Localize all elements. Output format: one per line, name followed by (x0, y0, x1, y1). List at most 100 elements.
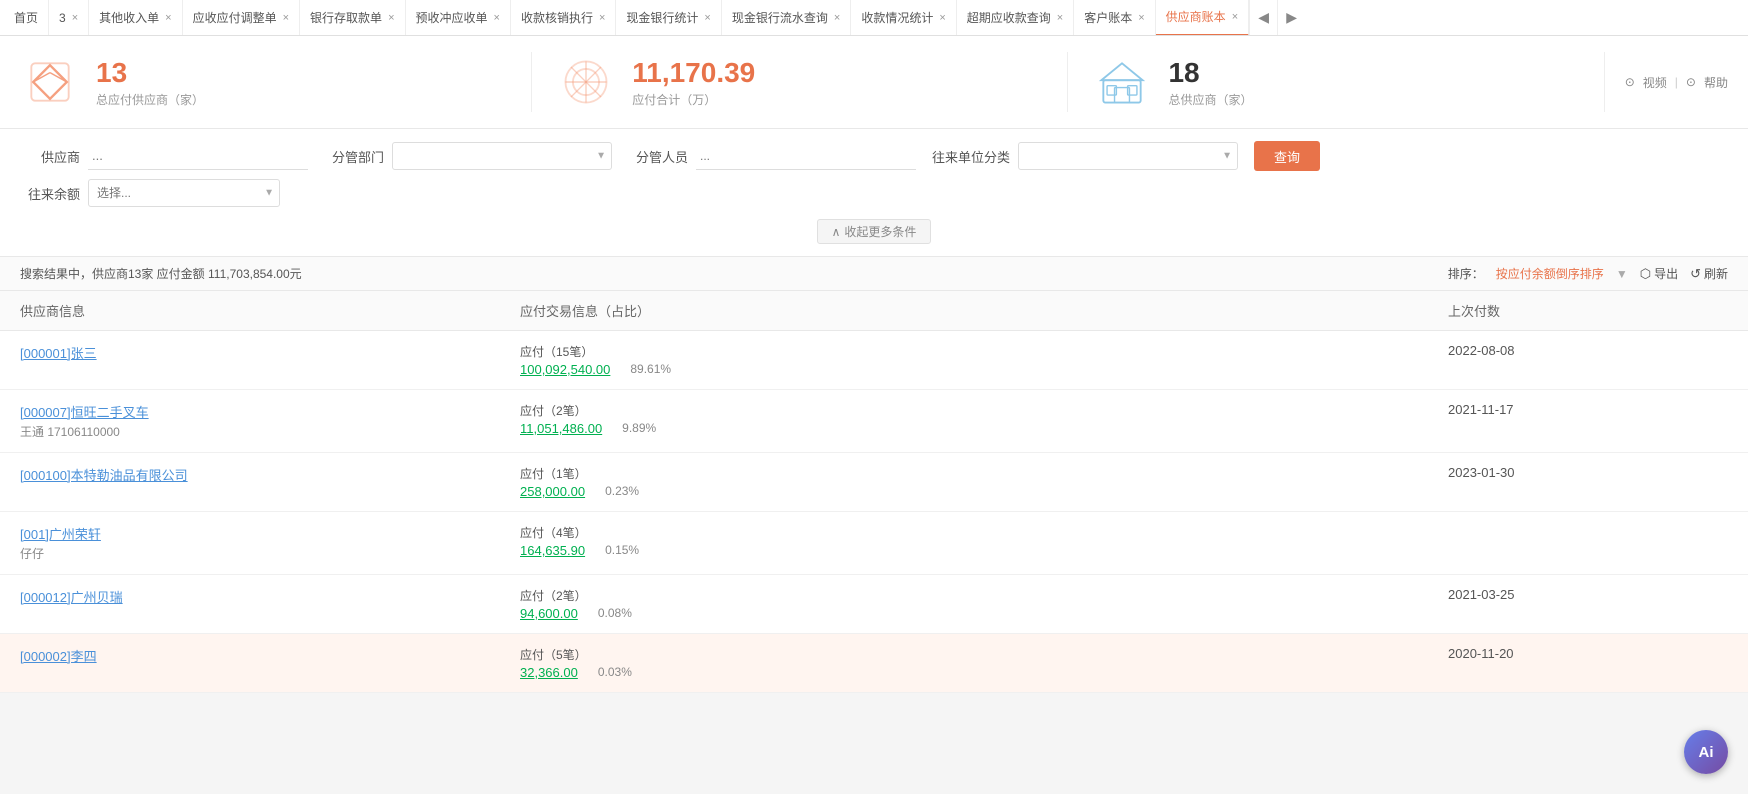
nav-tab-collection-stat-close[interactable]: × (939, 12, 945, 24)
summary-section: 13 总应付供应商（家） 11,170.39 应付合计（万） (0, 36, 1748, 129)
supplier-link-3[interactable]: [001]广州荣轩 (20, 524, 520, 543)
ai-badge[interactable]: Ai (1684, 730, 1728, 774)
nav-tab-other-income-close[interactable]: × (165, 12, 171, 24)
supplier-info-3: [001]广州荣轩 仔仔 (20, 524, 520, 562)
last-payment-date-0: 2022-08-08 (1448, 343, 1515, 358)
nav-tab-supplier-book[interactable]: 供应商账本 × (1156, 0, 1249, 36)
payable-amount-2[interactable]: 258,000.00 (520, 484, 585, 499)
nav-tab-cash-bank[interactable]: 现金银行统计 × (616, 0, 721, 36)
nav-tab-cash-bank-close[interactable]: × (704, 12, 710, 24)
nav-tab-bank-close[interactable]: × (388, 12, 394, 24)
dept-filter-label: 分管部门 (324, 147, 384, 166)
balance-filter-input[interactable] (88, 179, 280, 207)
dept-filter-input[interactable] (392, 142, 612, 170)
nav-tab-customer-book[interactable]: 客户账本 × (1074, 0, 1155, 36)
supplier-info-1: [000007]恒旺二手叉车 王通 17106110000 (20, 402, 520, 440)
payable-cell-4: 94,600.00 0.08% (520, 604, 1448, 621)
table-row: [000012]广州贝瑞 应付（2笔） 94,600.00 0.08% 2021… (0, 575, 1748, 634)
filter-item-dept: 分管部门 ▼ (324, 142, 612, 170)
payable-info-2: 应付（1笔） 258,000.00 0.23% (520, 465, 1448, 499)
payable-count-0: 应付（15笔） (520, 343, 1448, 360)
sort-dropdown-icon[interactable]: ▼ (1616, 267, 1628, 281)
nav-tab-payment-close[interactable]: × (599, 12, 605, 24)
supplier-link-1[interactable]: [000007]恒旺二手叉车 (20, 402, 520, 421)
supplier-link-5[interactable]: [000002]李四 (20, 646, 520, 665)
payable-percent-3: 0.15% (605, 543, 639, 557)
last-payment-4: 2021-03-25 (1448, 587, 1728, 602)
export-label: 导出 (1654, 265, 1678, 282)
category-filter-input[interactable] (1018, 142, 1238, 170)
refresh-button[interactable]: ↺ 刷新 (1690, 265, 1728, 282)
payable-percent-1: 9.89% (622, 421, 656, 435)
payable-amount-5[interactable]: 32,366.00 (520, 665, 578, 680)
nav-tab-other-income[interactable]: 其他收入单 × (89, 0, 182, 36)
payable-info-3: 应付（4笔） 164,635.90 0.15% (520, 524, 1448, 558)
nav-tab-overdue[interactable]: 超期应收款查询 × (957, 0, 1074, 36)
refresh-icon: ↺ (1690, 266, 1701, 282)
help-icon: ⊙ (1686, 75, 1696, 89)
table-header: 供应商信息 应付交易信息（占比） 上次付数 (0, 291, 1748, 331)
last-payment-date-5: 2020-11-20 (1448, 646, 1514, 661)
sort-value[interactable]: 按应付余额倒序排序 (1496, 265, 1604, 282)
nav-tab-bank[interactable]: 银行存取款单 × (300, 0, 405, 36)
nav-tab-3-close[interactable]: × (72, 12, 78, 24)
col-header-payable: 应付交易信息（占比） (520, 301, 1448, 320)
supplier-link-4[interactable]: [000012]广州贝瑞 (20, 587, 520, 606)
person-filter-input[interactable] (696, 142, 916, 170)
nav-tab-ar-ap-adjust[interactable]: 应收应付调整单 × (183, 0, 300, 36)
supplier-filter-input[interactable] (88, 142, 308, 170)
last-payment-1: 2021-11-17 (1448, 402, 1728, 417)
nav-tab-prepay-close[interactable]: × (494, 12, 500, 24)
supplier-link-2[interactable]: [000100]本特勒油品有限公司 (20, 465, 520, 484)
query-button[interactable]: 查询 (1254, 141, 1320, 171)
summary-icon-store (1092, 52, 1152, 112)
filter-item-supplier: 供应商 (20, 142, 308, 170)
last-payment-5: 2020-11-20 (1448, 646, 1728, 661)
nav-arrow-left[interactable]: ◀ (1249, 0, 1277, 36)
last-payment-date-2: 2023-01-30 (1448, 465, 1515, 480)
filter-row-2: 往来余额 ▼ (20, 179, 1728, 207)
video-link[interactable]: 视频 (1643, 74, 1667, 91)
nav-tab-ar-ap-adjust-close[interactable]: × (283, 12, 289, 24)
payable-percent-5: 0.03% (598, 665, 632, 679)
nav-tab-3[interactable]: 3 × (49, 0, 89, 36)
person-filter-label: 分管人员 (628, 147, 688, 166)
filter-item-category: 往来单位分类 ▼ (932, 142, 1238, 170)
nav-tab-overdue-close[interactable]: × (1057, 12, 1063, 24)
result-actions: 排序： 按应付余额倒序排序 ▼ ⬡ 导出 ↺ 刷新 (1448, 265, 1728, 282)
nav-tab-cash-flow[interactable]: 现金银行流水查询 × (722, 0, 851, 36)
collapse-label: 收起更多条件 (844, 223, 916, 240)
help-link[interactable]: 帮助 (1704, 74, 1728, 91)
top-right-links: ⊙ 视频 | ⊙ 帮助 (1605, 74, 1728, 91)
filter-item-person: 分管人员 (628, 142, 916, 170)
table-row: [000007]恒旺二手叉车 王通 17106110000 应付（2笔） 11,… (0, 390, 1748, 453)
filter-row-1: 供应商 分管部门 ▼ 分管人员 往来单位分类 ▼ 查询 (20, 141, 1728, 171)
payable-info-4: 应付（2笔） 94,600.00 0.08% (520, 587, 1448, 621)
export-button[interactable]: ⬡ 导出 (1640, 265, 1678, 282)
last-payment-0: 2022-08-08 (1448, 343, 1728, 358)
collapse-button[interactable]: ∧ 收起更多条件 (817, 219, 932, 244)
nav-tab-cash-flow-close[interactable]: × (834, 12, 840, 24)
nav-tab-home[interactable]: 首页 (4, 0, 49, 36)
total-suppliers-label: 总供应商（家） (1168, 91, 1252, 108)
supplier-info-5: [000002]李四 (20, 646, 520, 665)
nav-tab-payment[interactable]: 收款核销执行 × (511, 0, 616, 36)
payable-info-5: 应付（5笔） 32,366.00 0.03% (520, 646, 1448, 680)
payable-info-1: 应付（2笔） 11,051,486.00 9.89% (520, 402, 1448, 436)
payable-cell-5: 32,366.00 0.03% (520, 663, 1448, 680)
nav-arrow-right[interactable]: ▶ (1277, 0, 1305, 36)
nav-tab-collection-stat[interactable]: 收款情况统计 × (851, 0, 956, 36)
nav-tab-customer-book-close[interactable]: × (1138, 12, 1144, 24)
payable-count-1: 应付（2笔） (520, 402, 1448, 419)
payable-amount-3[interactable]: 164,635.90 (520, 543, 585, 558)
table-row: [000001]张三 应付（15笔） 100,092,540.00 89.61%… (0, 331, 1748, 390)
payable-amount-1[interactable]: 11,051,486.00 (520, 421, 602, 436)
summary-info-payable-total: 11,170.39 应付合计（万） (632, 56, 755, 109)
nav-tab-supplier-book-close[interactable]: × (1232, 11, 1238, 23)
payable-total-number: 11,170.39 (632, 56, 755, 90)
nav-tab-prepay[interactable]: 预收冲应收单 × (406, 0, 511, 36)
payable-amount-4[interactable]: 94,600.00 (520, 606, 578, 621)
payable-amount-0[interactable]: 100,092,540.00 (520, 362, 610, 377)
last-payment-date-4: 2021-03-25 (1448, 587, 1515, 602)
supplier-link-0[interactable]: [000001]张三 (20, 343, 520, 362)
